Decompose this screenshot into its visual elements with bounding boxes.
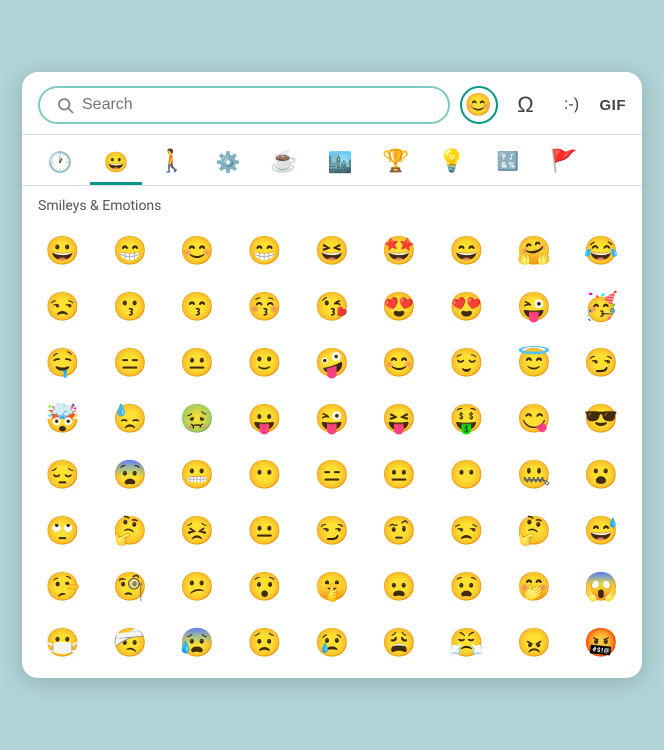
emoji-cell[interactable]: 😚 xyxy=(232,280,297,334)
emoji-cell[interactable]: 😶 xyxy=(434,448,499,502)
emoji-cell[interactable]: 😰 xyxy=(165,616,230,670)
emoji-cell[interactable]: 😛 xyxy=(232,392,297,446)
emoji-cell[interactable]: 😨 xyxy=(97,448,162,502)
emoji-cell[interactable]: 😁 xyxy=(97,224,162,278)
emoji-cell[interactable]: 🤐 xyxy=(501,448,566,502)
emoji-cell[interactable]: 😤 xyxy=(434,616,499,670)
emoji-cell[interactable]: 🤫 xyxy=(299,560,364,614)
search-icon xyxy=(56,96,74,114)
emoji-cell[interactable]: 😆 xyxy=(299,224,364,278)
omega-button[interactable]: Ω xyxy=(508,87,544,123)
emoji-cell[interactable]: 🤔 xyxy=(501,504,566,558)
emoji-cell[interactable]: 😮 xyxy=(569,448,634,502)
emoji-cell[interactable]: 😶 xyxy=(232,448,297,502)
emoji-cell[interactable]: 🤕 xyxy=(97,616,162,670)
emoji-cell[interactable]: 😝 xyxy=(367,392,432,446)
emoji-cell[interactable]: 🥳 xyxy=(569,280,634,334)
emoji-cell[interactable]: 🧐 xyxy=(97,560,162,614)
tab-flags[interactable]: 🚩 xyxy=(538,141,590,185)
emoji-cell[interactable]: 😏 xyxy=(299,504,364,558)
emoticon-button[interactable]: :-) xyxy=(554,87,590,123)
tab-smileys[interactable]: 😀 xyxy=(90,141,142,185)
emoji-cell[interactable]: 😋 xyxy=(501,392,566,446)
tab-symbols2[interactable]: 🔣 xyxy=(482,141,534,185)
emoji-cell[interactable]: 😑 xyxy=(97,336,162,390)
emoji-cell[interactable]: 😯 xyxy=(232,560,297,614)
emoji-cell[interactable]: 🤯 xyxy=(30,392,95,446)
emoji-cell[interactable]: 😀 xyxy=(30,224,95,278)
emoji-cell[interactable]: 😒 xyxy=(30,280,95,334)
emoji-cell[interactable]: 😬 xyxy=(165,448,230,502)
search-input[interactable] xyxy=(82,96,432,114)
emoji-cell[interactable]: 🤗 xyxy=(501,224,566,278)
gif-button[interactable]: GIF xyxy=(600,87,627,123)
emoji-cell[interactable]: 🙂 xyxy=(232,336,297,390)
tab-symbols[interactable]: 💡 xyxy=(426,141,478,185)
tab-food[interactable]: ☕ xyxy=(258,141,310,185)
emoji-grid: 😀😁😊😁😆🤩😄🤗😂😒😗😙😚😘😍😍😜🥳🤤😑😐🙂🤪😊😌😇😏🤯😓🤢😛😜😝🤑😋😎😔😨😬😶… xyxy=(22,220,642,678)
emoji-tab-button[interactable]: 😊 xyxy=(460,86,498,124)
emoji-cell[interactable]: 😱 xyxy=(569,560,634,614)
emoji-cell[interactable]: 😣 xyxy=(165,504,230,558)
section-label: Smileys & Emotions xyxy=(22,186,642,220)
emoji-cell[interactable]: 😠 xyxy=(501,616,566,670)
emoji-cell[interactable]: 🤬 xyxy=(569,616,634,670)
emoji-cell[interactable]: 😢 xyxy=(299,616,364,670)
tab-activities[interactable]: ⚙️ xyxy=(202,141,254,185)
emoji-cell[interactable]: 🤭 xyxy=(501,560,566,614)
emoji-cell[interactable]: 😊 xyxy=(367,336,432,390)
emoji-cell[interactable]: 🤢 xyxy=(165,392,230,446)
emoji-cell[interactable]: 😄 xyxy=(434,224,499,278)
emoji-cell[interactable]: 🙄 xyxy=(30,504,95,558)
emoji-cell[interactable]: 😗 xyxy=(97,280,162,334)
emoji-cell[interactable]: 😜 xyxy=(299,392,364,446)
emoji-cell[interactable]: 😇 xyxy=(501,336,566,390)
emoji-cell[interactable]: 😌 xyxy=(434,336,499,390)
emoji-cell[interactable]: 😁 xyxy=(232,224,297,278)
header: 😊 Ω :-) GIF xyxy=(22,72,642,135)
emoji-cell[interactable]: 😦 xyxy=(367,560,432,614)
emoji-cell[interactable]: 😐 xyxy=(367,448,432,502)
emoji-cell[interactable]: 😓 xyxy=(97,392,162,446)
emoji-cell[interactable]: 🤔 xyxy=(97,504,162,558)
emoji-cell[interactable]: 😎 xyxy=(569,392,634,446)
emoji-cell[interactable]: 🤥 xyxy=(30,560,95,614)
emoji-cell[interactable]: 😘 xyxy=(299,280,364,334)
emoji-cell[interactable]: 😐 xyxy=(232,504,297,558)
tab-objects[interactable]: 🏆 xyxy=(370,141,422,185)
emoji-cell[interactable]: 🤩 xyxy=(367,224,432,278)
search-box[interactable] xyxy=(38,86,450,124)
emoji-picker: 😊 Ω :-) GIF 🕐 😀 🚶 ⚙️ ☕ 🏙️ xyxy=(22,72,642,678)
emoji-cell[interactable]: 🤤 xyxy=(30,336,95,390)
emoji-cell[interactable]: 😏 xyxy=(569,336,634,390)
emoji-cell[interactable]: 🤑 xyxy=(434,392,499,446)
emoji-cell[interactable]: 😂 xyxy=(569,224,634,278)
emoji-cell[interactable]: 😍 xyxy=(434,280,499,334)
emoji-cell[interactable]: 😕 xyxy=(165,560,230,614)
emoji-cell[interactable]: 🤨 xyxy=(367,504,432,558)
emoji-cell[interactable]: 🤪 xyxy=(299,336,364,390)
emoji-cell[interactable]: 😜 xyxy=(501,280,566,334)
emoji-cell[interactable]: 😟 xyxy=(232,616,297,670)
emoji-cell[interactable]: 😅 xyxy=(569,504,634,558)
tab-recent[interactable]: 🕐 xyxy=(34,141,86,185)
emoji-cell[interactable]: 😑 xyxy=(299,448,364,502)
emoji-cell[interactable]: 😔 xyxy=(30,448,95,502)
tab-travel[interactable]: 🏙️ xyxy=(314,141,366,185)
emoji-cell[interactable]: 😒 xyxy=(434,504,499,558)
emoji-cell[interactable]: 😍 xyxy=(367,280,432,334)
emoji-cell[interactable]: 😐 xyxy=(165,336,230,390)
tab-people[interactable]: 🚶 xyxy=(146,141,198,185)
emoji-cell[interactable]: 😊 xyxy=(165,224,230,278)
emoji-cell[interactable]: 😷 xyxy=(30,616,95,670)
emoji-cell[interactable]: 😧 xyxy=(434,560,499,614)
emoji-cell[interactable]: 😩 xyxy=(367,616,432,670)
category-tabs: 🕐 😀 🚶 ⚙️ ☕ 🏙️ 🏆 💡 🔣 🚩 xyxy=(22,135,642,186)
emoji-cell[interactable]: 😙 xyxy=(165,280,230,334)
